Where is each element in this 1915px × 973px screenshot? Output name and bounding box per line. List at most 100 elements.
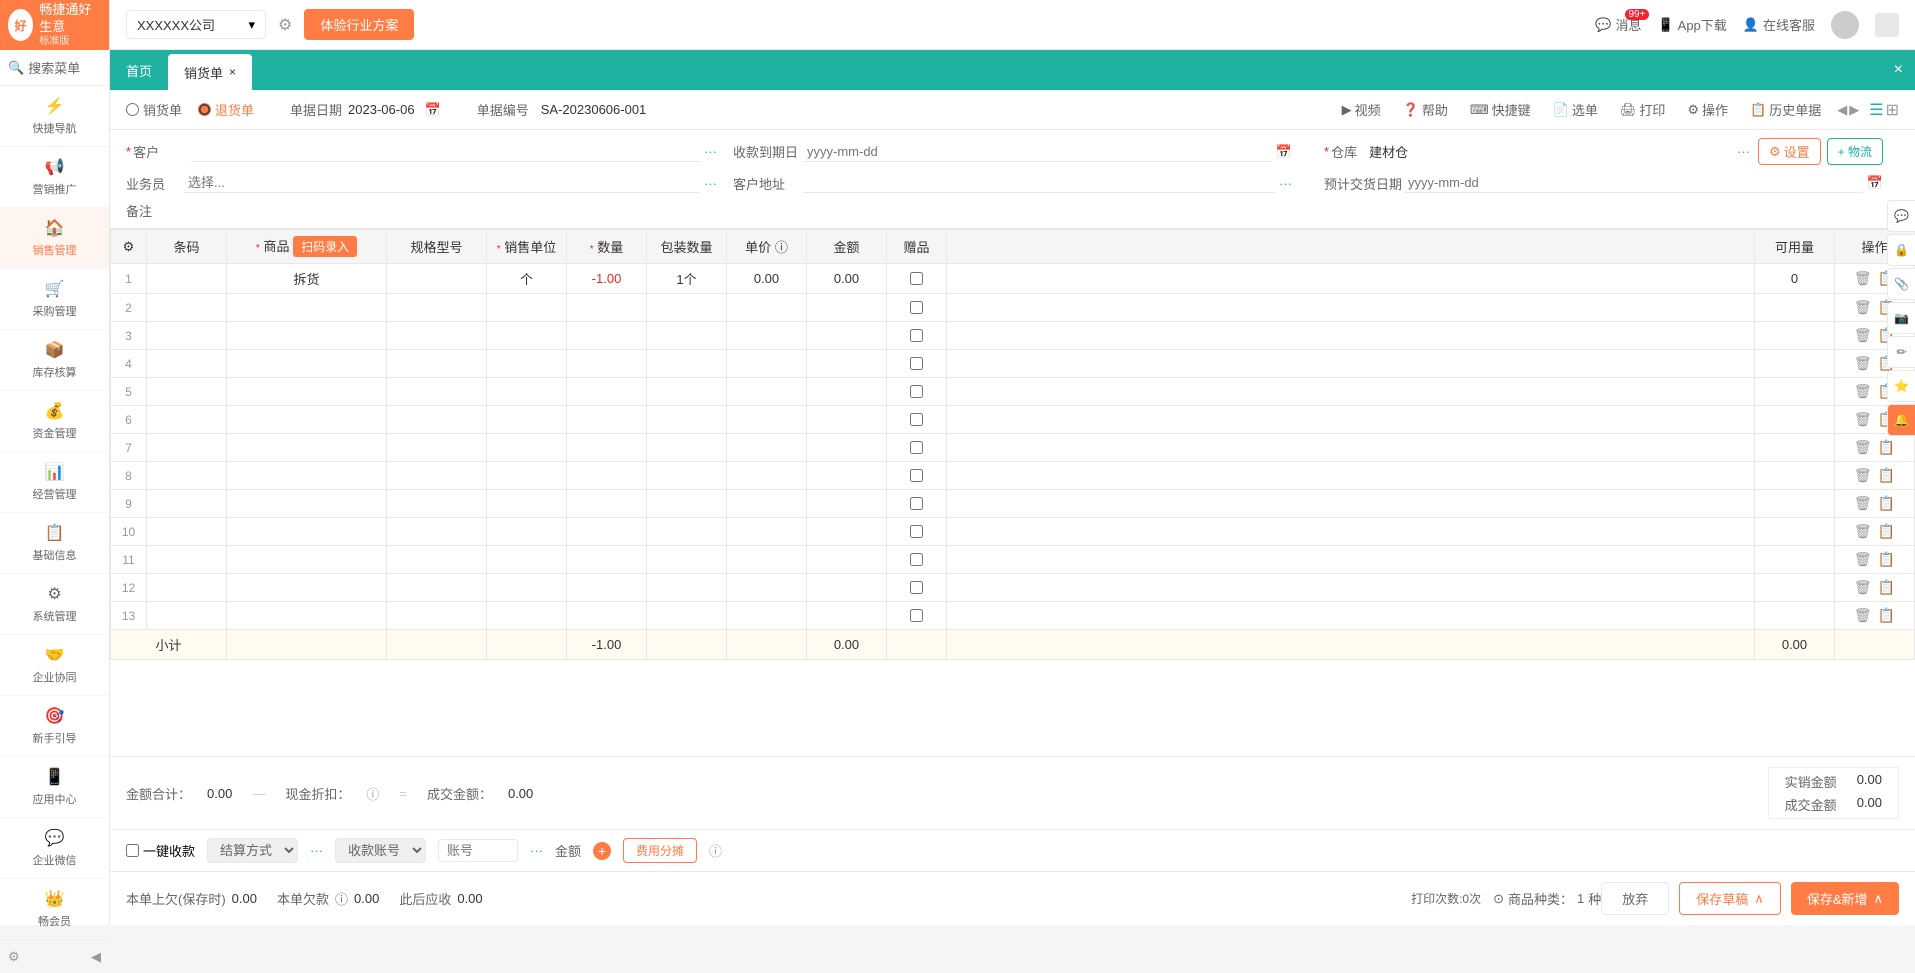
abandon-btn[interactable]: 放弃 bbox=[1601, 882, 1669, 915]
qty-cell[interactable] bbox=[567, 546, 647, 574]
discount-info-icon[interactable]: ⓘ bbox=[366, 784, 379, 803]
spec-cell[interactable] bbox=[387, 462, 487, 490]
sidebar-item-app-center[interactable]: 📱 应用中心 bbox=[0, 757, 109, 818]
copy-icon[interactable]: 📋 bbox=[1878, 523, 1895, 540]
delete-icon[interactable]: 🗑 bbox=[1854, 551, 1872, 568]
copy-icon[interactable]: 📋 bbox=[1878, 579, 1895, 596]
trial-button[interactable]: 体验行业方案 bbox=[304, 9, 414, 40]
float-lock[interactable]: 🔒 bbox=[1887, 234, 1915, 266]
sidebar-item-wechat[interactable]: 💬 企业微信 bbox=[0, 818, 109, 879]
unit-price-cell[interactable] bbox=[727, 378, 807, 406]
gift-checkbox[interactable] bbox=[910, 357, 923, 370]
account-input[interactable] bbox=[438, 839, 518, 862]
qty-cell[interactable] bbox=[567, 434, 647, 462]
product-cell[interactable] bbox=[227, 350, 387, 378]
sidebar-item-sales-mgmt[interactable]: 🏠 销售管理 bbox=[0, 208, 109, 269]
unit-price-cell[interactable] bbox=[727, 406, 807, 434]
unit-price-cell[interactable] bbox=[727, 574, 807, 602]
barcode-input[interactable] bbox=[155, 440, 218, 455]
message-item[interactable]: 💬 消息 99+ bbox=[1595, 15, 1641, 34]
toolbar-video[interactable]: ▶ 视频 bbox=[1336, 98, 1387, 121]
fee-split-btn[interactable]: 费用分摊 bbox=[623, 838, 697, 863]
gift-cell[interactable] bbox=[887, 602, 947, 630]
spec-cell[interactable] bbox=[387, 434, 487, 462]
table-settings-icon[interactable]: ⚙ bbox=[123, 239, 135, 254]
gift-checkbox[interactable] bbox=[910, 441, 923, 454]
barcode-cell[interactable] bbox=[147, 294, 227, 322]
qty-cell[interactable] bbox=[567, 490, 647, 518]
barcode-input[interactable] bbox=[155, 608, 218, 623]
product-cell[interactable] bbox=[227, 574, 387, 602]
product-cell[interactable] bbox=[227, 322, 387, 350]
copy-icon[interactable]: 📋 bbox=[1878, 439, 1895, 456]
product-kind-radio-icon[interactable]: ⊙ bbox=[1493, 891, 1504, 907]
addr-dots[interactable]: ··· bbox=[1279, 176, 1292, 191]
barcode-cell[interactable] bbox=[147, 462, 227, 490]
spec-cell[interactable] bbox=[387, 518, 487, 546]
barcode-input[interactable] bbox=[155, 271, 218, 286]
company-selector[interactable]: XXXXXX公司 ▾ bbox=[126, 10, 266, 39]
user-avatar[interactable] bbox=[1831, 11, 1859, 39]
gift-cell[interactable] bbox=[887, 264, 947, 294]
sidebar-item-newbie[interactable]: 🎯 新手引导 bbox=[0, 696, 109, 757]
app-download-item[interactable]: 📱 App下载 bbox=[1657, 15, 1726, 34]
online-service-item[interactable]: 👤 在线客服 bbox=[1743, 15, 1815, 34]
product-cell[interactable]: 拆货 bbox=[227, 264, 387, 294]
calendar-icon[interactable]: 📅 bbox=[425, 102, 441, 118]
salesman-dots[interactable]: ··· bbox=[704, 176, 717, 191]
logistics-btn[interactable]: + 物流 bbox=[1827, 138, 1883, 165]
radio-sales-label[interactable]: 销货单 bbox=[126, 100, 182, 119]
radio-sales[interactable] bbox=[126, 103, 139, 116]
gift-cell[interactable] bbox=[887, 434, 947, 462]
gift-checkbox[interactable] bbox=[910, 581, 923, 594]
radio-return-label[interactable]: 退货单 bbox=[198, 100, 254, 119]
toolbar-select[interactable]: 📄 选单 bbox=[1547, 98, 1604, 121]
gift-cell[interactable] bbox=[887, 490, 947, 518]
sidebar-item-purchase-mgmt[interactable]: 🛒 采购管理 bbox=[0, 269, 109, 330]
barcode-cell[interactable] bbox=[147, 546, 227, 574]
barcode-input[interactable] bbox=[155, 524, 218, 539]
scan-btn[interactable]: 扫码录入 bbox=[293, 236, 357, 257]
add-payment-btn[interactable]: + bbox=[593, 842, 611, 860]
barcode-cell[interactable] bbox=[147, 350, 227, 378]
float-star[interactable]: ⭐ bbox=[1887, 370, 1915, 402]
unit-price-cell[interactable] bbox=[727, 462, 807, 490]
window-close-icon[interactable]: × bbox=[1894, 61, 1903, 78]
delete-icon[interactable]: 🗑 bbox=[1854, 355, 1872, 372]
save-draft-btn[interactable]: 保存草稿 ∧ bbox=[1679, 882, 1781, 915]
float-camera[interactable]: 📷 bbox=[1887, 302, 1915, 334]
copy-icon[interactable]: 📋 bbox=[1878, 467, 1895, 484]
gift-cell[interactable] bbox=[887, 462, 947, 490]
toolbar-history[interactable]: 📋 历史单据 bbox=[1744, 98, 1827, 121]
unit-price-info-icon[interactable]: ⓘ bbox=[775, 240, 788, 255]
tab-home[interactable]: 首页 bbox=[110, 50, 168, 90]
spec-cell[interactable] bbox=[387, 602, 487, 630]
spec-cell[interactable] bbox=[387, 574, 487, 602]
product-cell[interactable] bbox=[227, 602, 387, 630]
payment-dots[interactable]: ··· bbox=[310, 843, 323, 858]
float-alert[interactable]: 🔔 bbox=[1887, 404, 1915, 436]
gift-checkbox[interactable] bbox=[910, 385, 923, 398]
gift-cell[interactable] bbox=[887, 294, 947, 322]
product-cell[interactable] bbox=[227, 518, 387, 546]
unit-price-cell[interactable] bbox=[727, 350, 807, 378]
barcode-cell[interactable] bbox=[147, 322, 227, 350]
gift-checkbox[interactable] bbox=[910, 272, 923, 285]
product-cell[interactable] bbox=[227, 378, 387, 406]
account-dots[interactable]: ··· bbox=[530, 843, 543, 858]
product-cell[interactable] bbox=[227, 546, 387, 574]
list-view-icon[interactable]: ☰ bbox=[1869, 100, 1883, 120]
salesman-input[interactable] bbox=[184, 173, 700, 193]
sidebar-item-members[interactable]: 👑 畅会员 bbox=[0, 879, 109, 940]
gift-checkbox[interactable] bbox=[910, 553, 923, 566]
radio-return[interactable] bbox=[198, 103, 211, 116]
toolbar-shortcut[interactable]: ⌨ 快捷键 bbox=[1464, 98, 1537, 121]
delete-icon[interactable]: 🗑 bbox=[1854, 467, 1872, 484]
save-new-btn[interactable]: 保存&新增 ∧ bbox=[1791, 882, 1899, 915]
product-cell[interactable] bbox=[227, 294, 387, 322]
product-cell[interactable] bbox=[227, 406, 387, 434]
next-icon[interactable]: ▶ bbox=[1849, 102, 1859, 118]
delete-icon[interactable]: 🗑 bbox=[1854, 383, 1872, 400]
warehouse-dots[interactable]: ··· bbox=[1737, 144, 1750, 159]
unit-price-cell[interactable] bbox=[727, 322, 807, 350]
